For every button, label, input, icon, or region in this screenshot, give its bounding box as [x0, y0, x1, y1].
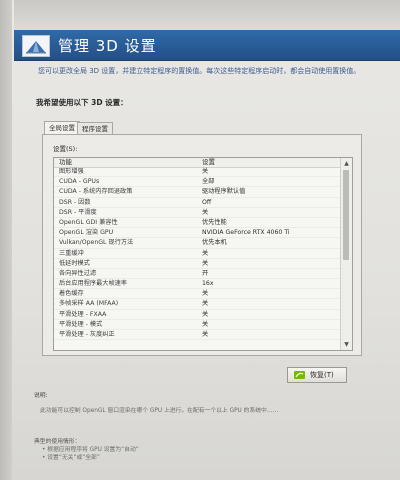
tab-panel: 设置(S): 功能 设置 图形增强关 CUDA - GPUs 全部 CUDA - 系统… [42, 134, 362, 356]
column-header-setting: 设置 [202, 158, 215, 166]
table-row[interactable]: CUDA - 系统内存回退政策 驱动程序默认值 [54, 187, 340, 198]
row-feature: 图形增强 [59, 168, 84, 175]
window-top-area [14, 0, 400, 30]
row-feature: 平滑处理 - 灰度纠正 [59, 331, 115, 338]
table-row[interactable]: CUDA - GPUs 全部 [54, 177, 340, 188]
description-label: 说明: [34, 393, 48, 399]
row-feature: CUDA - GPUs [59, 178, 100, 186]
row-setting-value[interactable]: NVIDIA GeForce RTX 4060 Ti [202, 228, 290, 237]
table-row[interactable]: DSR - 平滑度 关 [54, 208, 340, 218]
page-title: 管理 3D 设置 [58, 37, 157, 55]
row-setting-value[interactable]: 优先本机 [202, 238, 227, 247]
row-setting-value[interactable]: 驱动程序默认值 [202, 187, 245, 196]
scenario-items: • 根据应用程序将 GPU 设置为“自动” • 设置“无关”或“全部” [34, 446, 388, 462]
row-feature: 平滑处理 - 模式 [59, 320, 103, 328]
row-feature: OpenGL 渲染 GPU [59, 229, 114, 237]
row-feature: 多帧采样 AA (MFAA) [59, 300, 119, 308]
row-feature: DSR - 平滑度 [59, 208, 97, 216]
table-row[interactable]: 着色缓存 关 [54, 289, 340, 300]
table-row[interactable]: 各向异性过滤 开 [54, 269, 340, 280]
page-description: 您可以更改全局 3D 设置，并建立特定程序的置换值。每次这些特定程序启动时，都会… [38, 67, 361, 75]
row-setting-value[interactable]: 关 [202, 299, 208, 308]
row-setting-value[interactable]: 关 [202, 167, 208, 176]
restore-button-label: 恢复(T) [310, 371, 334, 379]
settings-label: 设置(S): [53, 145, 78, 153]
row-setting-value[interactable]: 关 [202, 310, 208, 319]
row-feature: 后台应用程序最大帧速率 [59, 280, 128, 288]
column-header-feature: 功能 [59, 158, 72, 166]
row-setting-value[interactable]: 关 [202, 249, 208, 258]
scenario-label: 典型的使用情形： [34, 439, 81, 445]
table-row[interactable]: OpenGL 渲染 GPU NVIDIA GeForce RTX 4060 Ti [54, 228, 340, 239]
tab-global-settings[interactable]: 全局设置 [44, 121, 80, 135]
window-left-edge [0, 0, 12, 480]
table-row[interactable]: 平滑处理 - 灰度纠正 关 [54, 330, 340, 341]
scrollbar-thumb[interactable] [343, 170, 349, 260]
table-row[interactable]: Vulkan/OpenGL 现行方法 优先本机 [54, 238, 340, 249]
table-row[interactable]: 三重缓冲 关 [54, 249, 340, 259]
table-row[interactable]: OpenGL GDI 兼容性 优先性能 [54, 218, 340, 229]
scenario-item: • 根据应用程序将 GPU 设置为“自动” [42, 447, 139, 453]
description-block: 说明: 此功能可以控制 OpenGL 窗口渲染在哪个 GPU 上进行。在配有一个… [34, 392, 388, 416]
section-heading: 我希望使用以下 3D 设置： [36, 98, 128, 107]
row-setting-value[interactable]: 关 [202, 320, 208, 329]
row-feature: 着色缓存 [59, 290, 84, 298]
table-row[interactable]: 平滑处理 - 模式 关 [54, 320, 340, 330]
row-feature: 三重缓冲 [59, 249, 84, 257]
row-setting-value[interactable]: 关 [202, 330, 208, 339]
row-setting-value[interactable]: Off [202, 198, 211, 207]
table-row[interactable]: 后台应用程序最大帧速率 16x [54, 279, 340, 290]
table-row[interactable]: 低延时模式 关 [54, 259, 340, 269]
row-setting-value[interactable]: 关 [202, 259, 208, 268]
row-setting-value[interactable]: 优先性能 [202, 218, 227, 227]
row-feature: OpenGL GDI 兼容性 [59, 218, 118, 226]
restore-button[interactable]: 恢复(T) [287, 367, 347, 383]
scenario-item: • 设置“无关”或“全部” [42, 455, 100, 461]
row-setting-value[interactable]: 关 [202, 289, 208, 298]
scroll-down-icon[interactable]: ▼ [342, 340, 351, 349]
row-feature: 各向异性过滤 [59, 269, 97, 277]
row-setting-value[interactable]: 全部 [202, 177, 214, 186]
row-feature: 平滑处理 - FXAA [59, 310, 107, 318]
row-feature: DSR - 因数 [59, 198, 91, 206]
scenario-block: 典型的使用情形： • 根据应用程序将 GPU 设置为“自动” • 设置“无关”或… [34, 438, 388, 462]
description-text: 此功能可以控制 OpenGL 窗口渲染在哪个 GPU 上进行。在配有一个以上 G… [40, 408, 279, 414]
scroll-up-icon[interactable]: ▲ [342, 159, 351, 168]
table-row[interactable]: 平滑处理 - FXAA 关 [54, 310, 340, 320]
page-header: 管理 3D 设置 [14, 30, 400, 61]
table-row[interactable]: 图形增强 关 [54, 167, 340, 178]
table-row[interactable]: 多帧采样 AA (MFAA) 关 [54, 299, 340, 310]
table-scrollbar[interactable]: ▲ ▼ [340, 158, 352, 350]
table-body: 图形增强关 CUDA - GPUs 全部 CUDA - 系统内存回退政策 驱动程序默认值… [54, 167, 340, 341]
nvidia-logo-icon [294, 371, 305, 379]
3d-settings-icon [22, 35, 50, 57]
row-setting-value[interactable]: 关 [202, 208, 208, 217]
settings-table: 功能 设置 图形增强关 CUDA - GPUs 全部 CUDA - 系统内存回退政策驱… [53, 157, 353, 351]
table-row[interactable]: DSR - 因数 Off [54, 198, 340, 208]
row-feature: Vulkan/OpenGL 现行方法 [59, 239, 134, 247]
row-setting-value[interactable]: 16x [202, 279, 214, 288]
row-feature: CUDA - 系统内存回退政策 [59, 188, 133, 196]
row-setting-value[interactable]: 开 [202, 269, 208, 278]
row-feature: 低延时模式 [59, 259, 90, 267]
